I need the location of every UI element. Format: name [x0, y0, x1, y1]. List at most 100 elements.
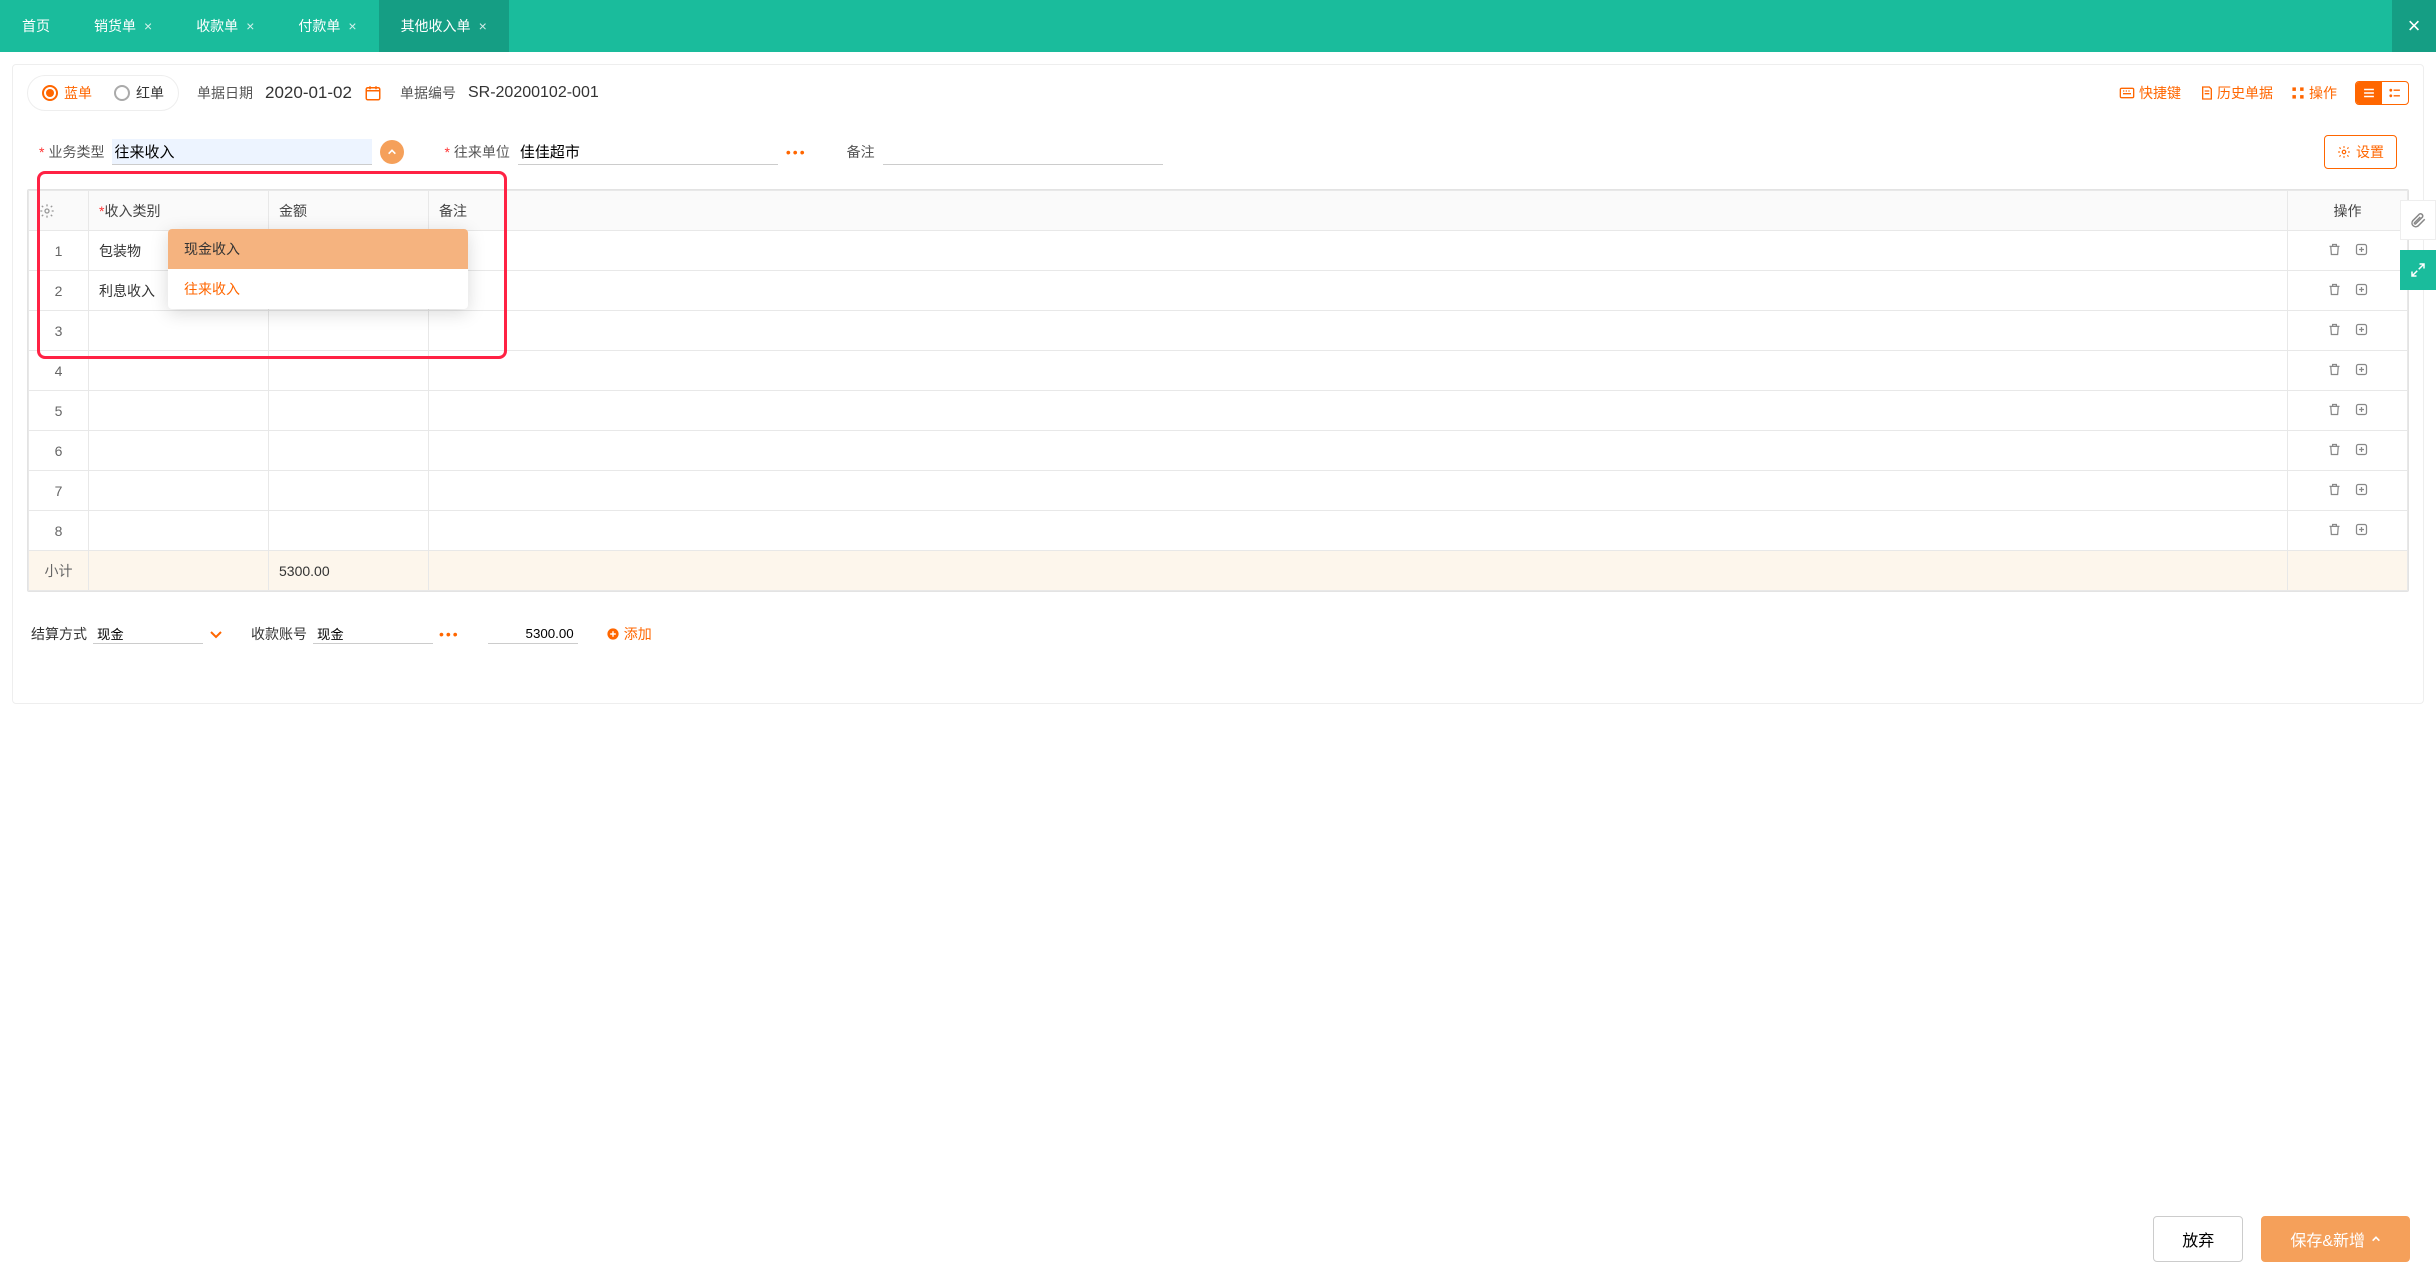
payment-amount-input[interactable]	[488, 624, 578, 644]
view-list[interactable]	[2356, 82, 2382, 104]
cell-remark[interactable]	[429, 511, 2288, 551]
delete-icon[interactable]	[2327, 282, 2342, 297]
cell-remark[interactable]	[429, 391, 2288, 431]
settings-button[interactable]: 设置	[2324, 135, 2397, 169]
account-input[interactable]	[313, 624, 433, 644]
add-row-icon[interactable]	[2354, 242, 2369, 257]
option-cash-income[interactable]: 现金收入	[168, 229, 468, 269]
save-new-button[interactable]: 保存&新增	[2261, 1216, 2410, 1262]
doc-date: 单据日期 2020-01-02	[197, 81, 382, 106]
attachment-button[interactable]	[2400, 200, 2436, 240]
table-row[interactable]: 3	[29, 311, 2408, 351]
option-party-income[interactable]: 往来收入	[168, 269, 468, 309]
cell-remark[interactable]	[429, 311, 2288, 351]
cell-amount[interactable]	[269, 431, 429, 471]
settle-method-input[interactable]	[93, 624, 203, 644]
cell-remark[interactable]	[429, 471, 2288, 511]
delete-icon[interactable]	[2327, 482, 2342, 497]
ops-button[interactable]: 操作	[2291, 83, 2337, 103]
cell-amount[interactable]	[269, 311, 429, 351]
cell-amount[interactable]	[269, 511, 429, 551]
add-row-icon[interactable]	[2354, 282, 2369, 297]
cell-amount[interactable]	[269, 391, 429, 431]
settle-method: 结算方式	[31, 624, 223, 644]
table-row[interactable]: 5	[29, 391, 2408, 431]
table-row[interactable]: 7	[29, 471, 2408, 511]
remark-input[interactable]	[883, 139, 1163, 165]
chevron-up-icon	[2371, 1235, 2381, 1243]
sheet-header: 蓝单 红单 单据日期 2020-01-02 单据编号 SR-20200102-0…	[27, 75, 2409, 121]
radio-blue[interactable]: 蓝单	[36, 81, 98, 105]
cell-income-type[interactable]	[89, 431, 269, 471]
gear-icon[interactable]	[39, 203, 78, 219]
cell-remark[interactable]	[429, 231, 2288, 271]
remark-label: 备注	[847, 142, 875, 162]
biz-type-input[interactable]	[112, 139, 372, 165]
delete-icon[interactable]	[2327, 402, 2342, 417]
cell-remark[interactable]	[429, 271, 2288, 311]
chevron-up-icon[interactable]	[380, 140, 404, 164]
panel-close-button[interactable]: ×	[2392, 0, 2436, 52]
calendar-icon[interactable]	[364, 84, 382, 102]
chevron-down-icon[interactable]	[209, 629, 223, 639]
discard-button[interactable]: 放弃	[2153, 1216, 2243, 1262]
add-row-icon[interactable]	[2354, 442, 2369, 457]
delete-icon[interactable]	[2327, 442, 2342, 457]
party-label: 往来单位	[444, 142, 509, 162]
add-row-icon[interactable]	[2354, 482, 2369, 497]
delete-icon[interactable]	[2327, 322, 2342, 337]
tab-receipt[interactable]: 收款单×	[174, 0, 276, 52]
party-input[interactable]	[518, 139, 778, 165]
add-row-icon[interactable]	[2354, 522, 2369, 537]
close-icon[interactable]: ×	[246, 18, 254, 34]
add-row-icon[interactable]	[2354, 402, 2369, 417]
tab-other-income[interactable]: 其他收入单×	[379, 0, 509, 52]
radio-icon	[42, 85, 58, 101]
cell-income-type[interactable]	[89, 311, 269, 351]
cell-income-type[interactable]	[89, 391, 269, 431]
table-row[interactable]: 4	[29, 351, 2408, 391]
row-number: 5	[29, 391, 89, 431]
close-icon[interactable]: ×	[348, 18, 356, 34]
delete-icon[interactable]	[2327, 242, 2342, 257]
more-icon[interactable]: •••	[439, 626, 460, 642]
cell-remark[interactable]	[429, 351, 2288, 391]
view-compact[interactable]	[2382, 82, 2408, 104]
close-icon[interactable]: ×	[479, 18, 487, 34]
table-row[interactable]: 6	[29, 431, 2408, 471]
history-button[interactable]: 历史单据	[2199, 83, 2273, 103]
cell-amount[interactable]	[269, 471, 429, 511]
cell-income-type[interactable]	[89, 471, 269, 511]
radio-icon	[114, 85, 130, 101]
tab-payment[interactable]: 付款单×	[276, 0, 378, 52]
cell-remark[interactable]	[429, 431, 2288, 471]
right-rail	[2400, 200, 2436, 290]
row-number: 6	[29, 431, 89, 471]
doc-date-value[interactable]: 2020-01-02	[261, 81, 356, 106]
add-payment-button[interactable]: 添加	[606, 624, 652, 644]
footer: 放弃 保存&新增	[2127, 1202, 2436, 1276]
table-row[interactable]: 8	[29, 511, 2408, 551]
delete-icon[interactable]	[2327, 362, 2342, 377]
row-number: 4	[29, 351, 89, 391]
cell-income-type[interactable]	[89, 351, 269, 391]
cell-income-type[interactable]	[89, 511, 269, 551]
close-icon[interactable]: ×	[144, 18, 152, 34]
radio-red[interactable]: 红单	[108, 81, 170, 105]
subtotal-label: 小计	[29, 551, 89, 591]
delete-icon[interactable]	[2327, 522, 2342, 537]
plus-icon	[606, 627, 620, 641]
doc-no-value: SR-20200102-001	[464, 82, 603, 105]
expand-button[interactable]	[2400, 250, 2436, 290]
shortcut-button[interactable]: 快捷键	[2119, 83, 2181, 103]
tab-sales[interactable]: 销货单×	[72, 0, 174, 52]
sheet: 蓝单 红单 单据日期 2020-01-02 单据编号 SR-20200102-0…	[12, 64, 2424, 704]
biz-type-label: 业务类型	[39, 142, 104, 162]
cell-amount[interactable]	[269, 351, 429, 391]
add-row-icon[interactable]	[2354, 362, 2369, 377]
add-row-icon[interactable]	[2354, 322, 2369, 337]
more-icon[interactable]: •••	[786, 144, 807, 160]
payment-row: 结算方式 收款账号 ••• 添加	[27, 624, 2409, 644]
tab-home[interactable]: 首页	[0, 0, 72, 52]
col-income-type: *收入类别	[89, 191, 269, 231]
